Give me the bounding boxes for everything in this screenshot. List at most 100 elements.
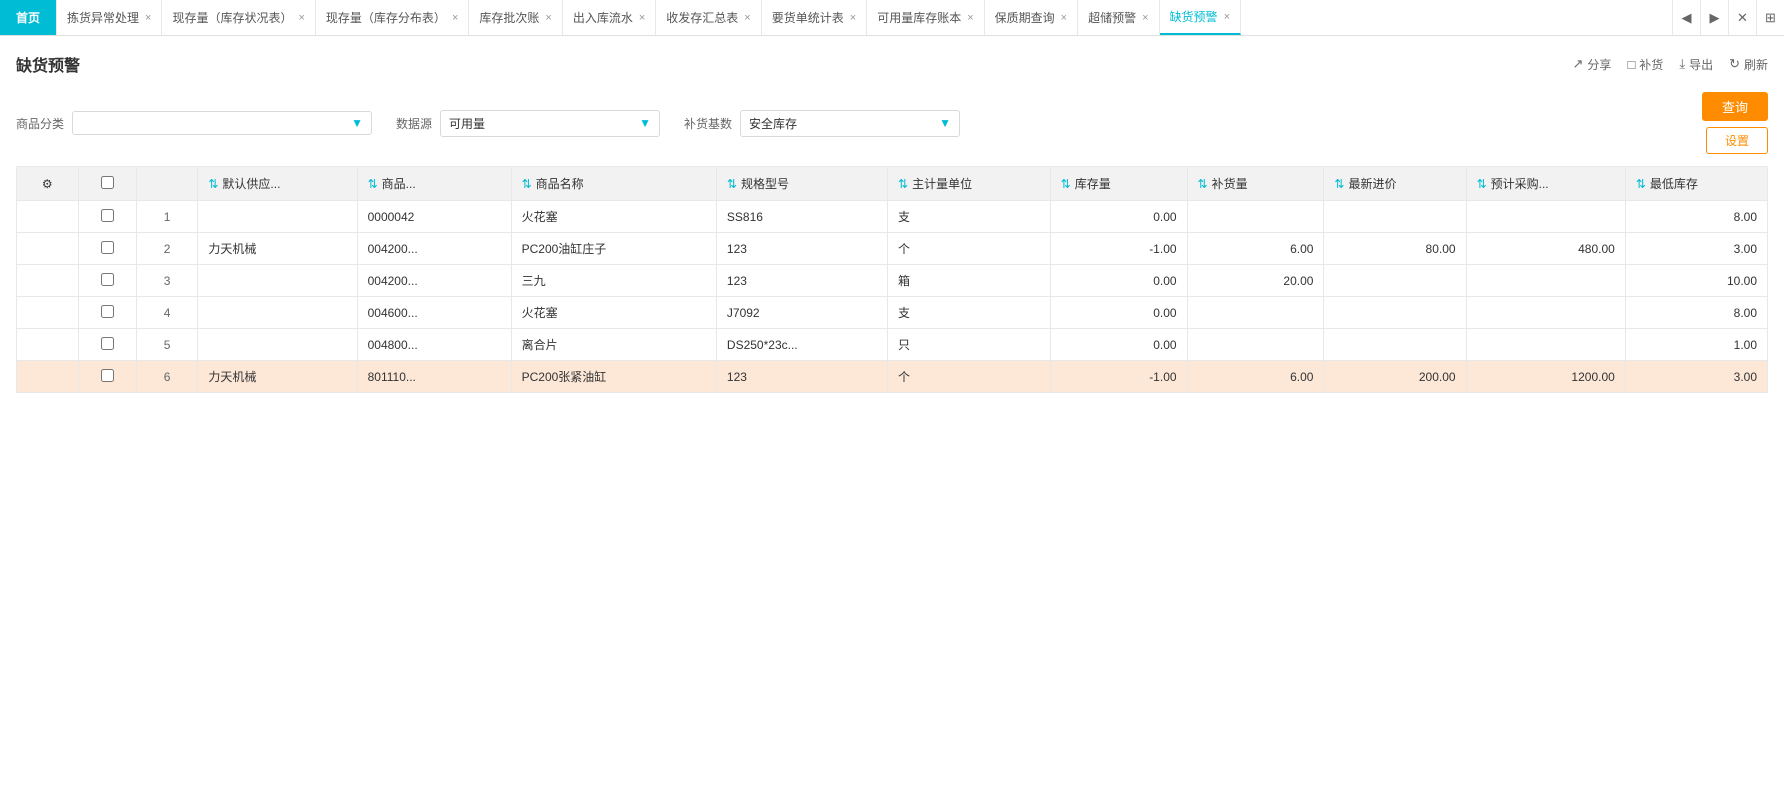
row-stock-5: -1.00 — [1050, 361, 1187, 393]
tab-6[interactable]: 收发存汇总表 × — [656, 0, 761, 35]
tab-11[interactable]: 缺货预警 × — [1160, 0, 1241, 35]
col-supplier-header[interactable]: ⇅ 默认供应... — [198, 167, 357, 201]
datasource-select[interactable]: 可用量 ▼ — [440, 110, 660, 137]
table-row: 2 力天机械 004200... PC200油缸庄子 123 个 -1.00 6… — [17, 233, 1768, 265]
tab-7-label: 要货单统计表 — [772, 9, 844, 26]
tab-10-close[interactable]: × — [1142, 12, 1148, 24]
col-unit-header[interactable]: ⇅ 主计量单位 — [888, 167, 1051, 201]
row-num-3: 4 — [136, 297, 198, 329]
col-num-header — [136, 167, 198, 201]
supplier-sort-icon: ⇅ — [208, 177, 218, 191]
row-replenish-3 — [1187, 297, 1324, 329]
tab-9-close[interactable]: × — [1061, 12, 1067, 24]
row-code-2: 004200... — [357, 265, 511, 297]
row-gear-3 — [17, 297, 79, 329]
tab-7[interactable]: 要货单统计表 × — [762, 0, 867, 35]
share-button[interactable]: ↗ 分享 — [1573, 56, 1612, 73]
min-col-label: 最低库存 — [1650, 175, 1698, 192]
row-price-0 — [1324, 201, 1466, 233]
export-button[interactable]: ⤓ 导出 — [1679, 56, 1713, 73]
code-sort-icon: ⇅ — [368, 177, 378, 191]
row-checkbox-4[interactable] — [101, 337, 114, 350]
col-stock-header[interactable]: ⇅ 库存量 — [1050, 167, 1187, 201]
row-code-0: 0000042 — [357, 201, 511, 233]
row-num-2: 3 — [136, 265, 198, 297]
tab-4[interactable]: 库存批次账 × — [469, 0, 562, 35]
tab-expand-button[interactable]: ⊞ — [1756, 0, 1784, 36]
filter-right-actions: 查询 设置 — [1702, 92, 1768, 154]
col-code-header[interactable]: ⇅ 商品... — [357, 167, 511, 201]
select-all-checkbox[interactable] — [101, 176, 114, 189]
tab-8[interactable]: 可用量库存账本 × — [867, 0, 984, 35]
tab-home[interactable]: 首页 — [0, 0, 57, 35]
row-check-4[interactable] — [78, 329, 136, 361]
tab-5-close[interactable]: × — [639, 12, 645, 24]
tab-2[interactable]: 现存量（库存状况表） × — [162, 0, 315, 35]
row-check-0[interactable] — [78, 201, 136, 233]
row-checkbox-2[interactable] — [101, 273, 114, 286]
tab-6-close[interactable]: × — [744, 12, 750, 24]
row-checkbox-1[interactable] — [101, 241, 114, 254]
tab-9[interactable]: 保质期查询 × — [985, 0, 1078, 35]
row-min-5: 3.00 — [1625, 361, 1767, 393]
row-checkbox-3[interactable] — [101, 305, 114, 318]
category-filter: 商品分类 ▼ — [16, 111, 372, 135]
row-code-4: 004800... — [357, 329, 511, 361]
tab-7-close[interactable]: × — [850, 12, 856, 24]
row-check-2[interactable] — [78, 265, 136, 297]
col-purchase-header[interactable]: ⇅ 预计采购... — [1466, 167, 1625, 201]
tab-5[interactable]: 出入库流水 × — [563, 0, 656, 35]
purchase-col-label: 预计采购... — [1491, 175, 1549, 192]
tab-1-close[interactable]: × — [145, 12, 151, 24]
name-sort-icon: ⇅ — [522, 177, 532, 191]
row-spec-1: 123 — [716, 233, 887, 265]
refresh-button[interactable]: ↻ 刷新 — [1729, 56, 1768, 73]
row-check-5[interactable] — [78, 361, 136, 393]
tab-3-close[interactable]: × — [452, 12, 458, 24]
tab-8-close[interactable]: × — [967, 12, 973, 24]
row-spec-5: 123 — [716, 361, 887, 393]
tab-2-close[interactable]: × — [298, 12, 304, 24]
tab-11-close[interactable]: × — [1224, 11, 1230, 23]
tab-next-button[interactable]: ▶ — [1700, 0, 1728, 36]
tab-prev-button[interactable]: ◀ — [1672, 0, 1700, 36]
category-select[interactable]: ▼ — [72, 111, 372, 135]
col-name-header[interactable]: ⇅ 商品名称 — [511, 167, 716, 201]
tab-4-close[interactable]: × — [545, 12, 551, 24]
col-check-header[interactable] — [78, 167, 136, 201]
row-min-4: 1.00 — [1625, 329, 1767, 361]
replenish-col-label: 补货量 — [1212, 175, 1248, 192]
row-unit-4: 只 — [888, 329, 1051, 361]
row-check-3[interactable] — [78, 297, 136, 329]
row-check-1[interactable] — [78, 233, 136, 265]
row-purchase-5: 1200.00 — [1466, 361, 1625, 393]
replenish-base-select[interactable]: 安全库存 ▼ — [740, 110, 960, 137]
replenish-button[interactable]: □ 补货 — [1627, 56, 1663, 73]
tab-3[interactable]: 现存量（库存分布表） × — [316, 0, 469, 35]
tab-6-label: 收发存汇总表 — [666, 9, 738, 26]
tab-close-all-button[interactable]: ✕ — [1728, 0, 1756, 36]
col-price-header[interactable]: ⇅ 最新进价 — [1324, 167, 1466, 201]
spec-col-label: 规格型号 — [741, 175, 789, 192]
main-content: 缺货预警 ↗ 分享 □ 补货 ⤓ 导出 ↻ 刷新 商品分类 — [0, 36, 1784, 796]
col-gear-header[interactable]: ⚙ — [17, 167, 79, 201]
query-button[interactable]: 查询 — [1702, 92, 1768, 121]
row-code-1: 004200... — [357, 233, 511, 265]
stock-col-label: 库存量 — [1075, 175, 1111, 192]
row-min-2: 10.00 — [1625, 265, 1767, 297]
tab-9-label: 保质期查询 — [995, 9, 1055, 26]
tab-1[interactable]: 拣货异常处理 × — [57, 0, 162, 35]
col-spec-header[interactable]: ⇅ 规格型号 — [716, 167, 887, 201]
row-checkbox-0[interactable] — [101, 209, 114, 222]
filter-row: 商品分类 ▼ 数据源 可用量 ▼ 补货基数 安全库存 ▼ 查询 设置 — [16, 92, 1768, 154]
page-title: 缺货预警 — [16, 52, 80, 76]
row-checkbox-5[interactable] — [101, 369, 114, 382]
col-replenish-header[interactable]: ⇅ 补货量 — [1187, 167, 1324, 201]
tab-11-label: 缺货预警 — [1170, 8, 1218, 25]
settings-button[interactable]: 设置 — [1706, 127, 1768, 154]
replenish-icon: □ — [1627, 57, 1635, 72]
table-row: 3 004200... 三九 123 箱 0.00 20.00 10.00 — [17, 265, 1768, 297]
table-row: 6 力天机械 801110... PC200张紧油缸 123 个 -1.00 6… — [17, 361, 1768, 393]
col-min-header[interactable]: ⇅ 最低库存 — [1625, 167, 1767, 201]
tab-10[interactable]: 超储预警 × — [1078, 0, 1159, 35]
